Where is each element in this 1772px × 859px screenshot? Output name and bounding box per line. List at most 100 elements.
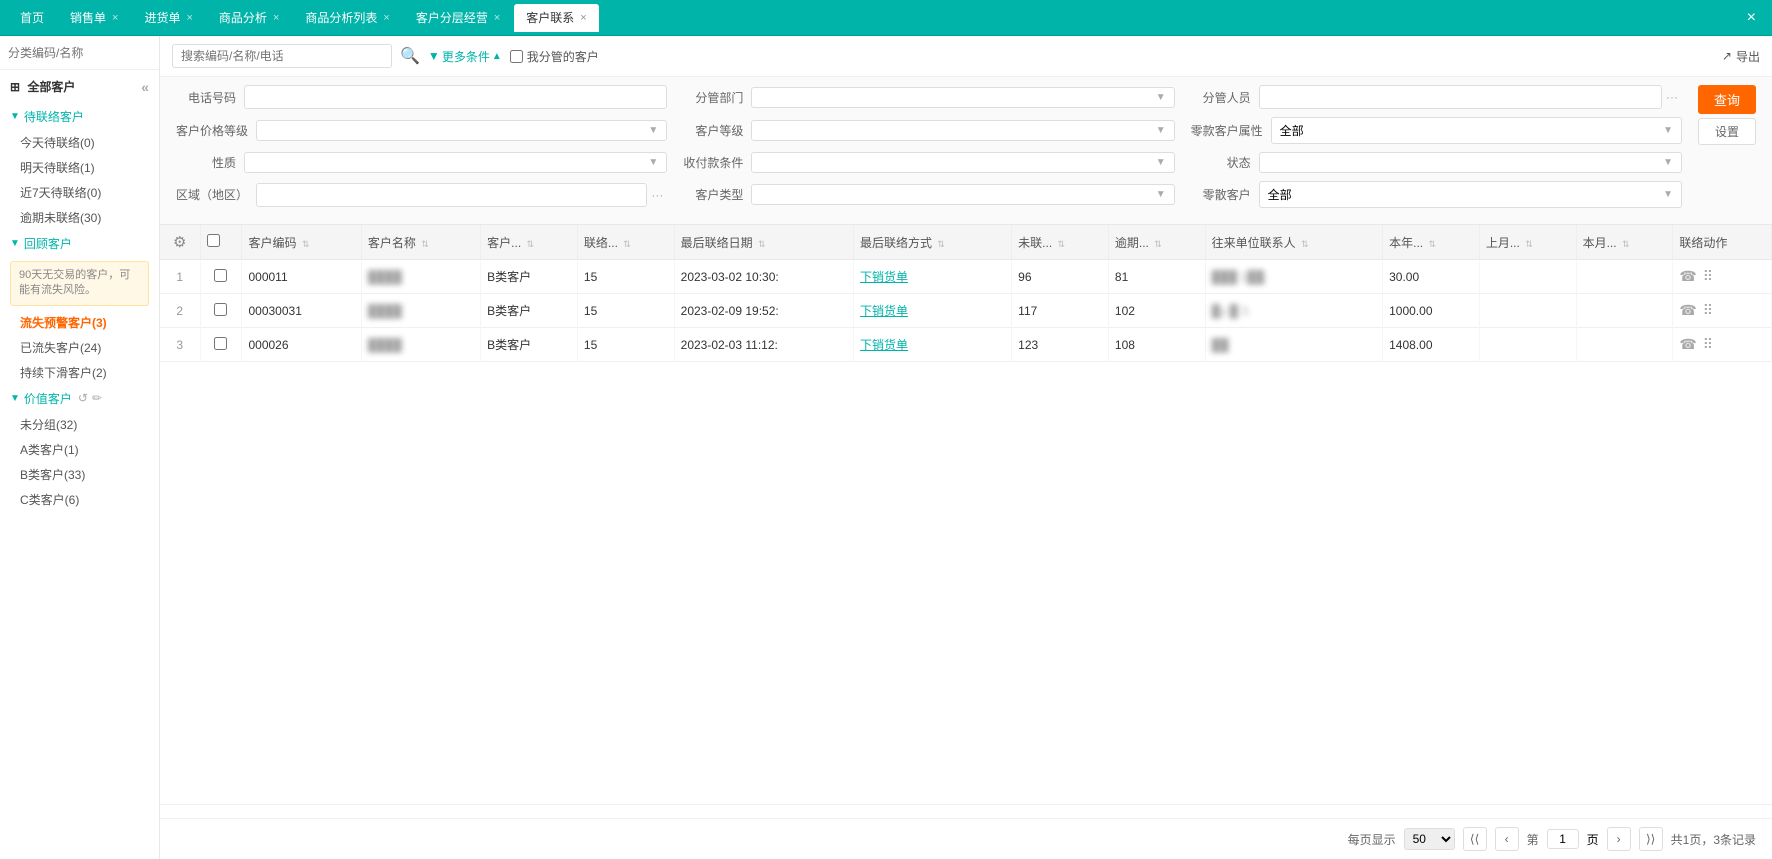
group-value-refresh[interactable]: ↺ [78, 391, 88, 405]
tab-analysis-list-close[interactable]: × [383, 12, 389, 24]
filter-field-type: 客户类型 ▼ [683, 184, 1174, 205]
sidebar-item-declining[interactable]: 持续下滑客户(2) [0, 360, 159, 385]
per-page-select[interactable]: 50 100 200 [1404, 828, 1455, 850]
sidebar-item-overdue[interactable]: 逾期未联络(30) [0, 205, 159, 230]
customer-table: ⚙ 客户编码 ⇅ 客户名称 ⇅ [160, 225, 1772, 362]
tab-purchase-close[interactable]: × [186, 12, 192, 24]
tab-customer-layer-close[interactable]: × [494, 12, 500, 24]
sidebar-item-ungroup[interactable]: 未分组(32) [0, 412, 159, 437]
prev-page-button[interactable]: ‹ [1495, 827, 1519, 851]
action-contact-icon[interactable]: ☎ [1679, 336, 1696, 353]
th-type[interactable]: 客户... ⇅ [481, 225, 578, 260]
my-customers-checkbox[interactable] [510, 50, 523, 63]
next-page-button[interactable]: › [1607, 827, 1631, 851]
filter-select-retail-attr[interactable]: 全部 ▼ [1271, 117, 1682, 144]
th-uncontacted[interactable]: 未联... ⇅ [1012, 225, 1109, 260]
cell-action: ☎ ⠿ [1673, 294, 1772, 328]
horizontal-scrollbar[interactable] [160, 804, 1772, 818]
sidebar-item-churn-warning[interactable]: 流失预警客户(3) [0, 310, 159, 335]
last-method-link[interactable]: 下销货单 [860, 270, 908, 284]
th-this-month[interactable]: 本月... ⇅ [1576, 225, 1673, 260]
filter-input-phone[interactable] [244, 85, 667, 109]
select-all-checkbox[interactable] [207, 234, 220, 247]
action-more-icon[interactable]: ⠿ [1703, 302, 1713, 319]
filter-select-type[interactable]: ▼ [751, 184, 1174, 205]
sidebar-item-today[interactable]: 今天待联络(0) [0, 130, 159, 155]
sidebar-search-input[interactable] [8, 46, 160, 60]
action-contact-icon[interactable]: ☎ [1679, 302, 1696, 319]
th-overdue[interactable]: 逾期... ⇅ [1108, 225, 1205, 260]
group-value-edit[interactable]: ✏ [92, 391, 102, 405]
tab-analysis-list[interactable]: 商品分析列表 × [293, 4, 401, 32]
row-checkbox-2[interactable] [214, 337, 227, 350]
th-last-month[interactable]: 上月... ⇅ [1479, 225, 1576, 260]
filter-select-nature[interactable]: ▼ [244, 152, 667, 173]
th-action-label: 联络动作 [1679, 236, 1727, 250]
th-last-method-label: 最后联络方式 [860, 236, 932, 250]
sidebar-group-value[interactable]: ▼ 价值客户 ↺ ✏ [0, 385, 159, 412]
action-contact-icon[interactable]: ☎ [1679, 268, 1696, 285]
filter-select-customer-level[interactable]: ▼ [751, 120, 1174, 141]
th-this-year[interactable]: 本年... ⇅ [1383, 225, 1480, 260]
settings-button[interactable]: 设置 [1698, 118, 1756, 145]
last-method-link[interactable]: 下销货单 [860, 304, 908, 318]
row-checkbox-1[interactable] [214, 303, 227, 316]
ellipsis-icon[interactable]: ··· [1662, 90, 1682, 104]
last-page-button[interactable]: ⟩⟩ [1639, 827, 1663, 851]
export-button[interactable]: ↗ 导出 [1722, 48, 1760, 65]
sidebar-collapse-btn[interactable]: « [141, 79, 149, 95]
sidebar-all-customers-header: ⊞ 全部客户 « [0, 70, 159, 103]
sidebar-item-classC[interactable]: C类客户(6) [0, 487, 159, 512]
sidebar-item-7days[interactable]: 近7天待联络(0) [0, 180, 159, 205]
tab-customer-contact-close[interactable]: × [580, 12, 586, 24]
query-button[interactable]: 查询 [1698, 85, 1756, 114]
th-code[interactable]: 客户编码 ⇅ [242, 225, 361, 260]
ellipsis-icon-2[interactable]: ··· [647, 188, 667, 202]
filter-select-status[interactable]: ▼ [1259, 152, 1682, 173]
page-input[interactable] [1547, 829, 1579, 849]
row-checkbox-0[interactable] [214, 269, 227, 282]
sidebar-item-tomorrow[interactable]: 明天待联络(1) [0, 155, 159, 180]
sidebar-item-classB[interactable]: B类客户(33) [0, 462, 159, 487]
first-page-button[interactable]: ⟨⟨ [1463, 827, 1487, 851]
sidebar-item-classA[interactable]: A类客户(1) [0, 437, 159, 462]
tab-sales[interactable]: 销售单 × [58, 4, 130, 32]
cell-seq: 3 [160, 328, 200, 362]
last-method-link[interactable]: 下销货单 [860, 338, 908, 352]
filter-search-input[interactable] [172, 44, 392, 68]
action-more-icon[interactable]: ⠿ [1703, 336, 1713, 353]
tab-analysis-list-label: 商品分析列表 [305, 9, 377, 26]
filter-label-customer-level: 客户等级 [683, 122, 743, 139]
my-customers-checkbox-label[interactable]: 我分管的客户 [510, 48, 599, 65]
filter-more-label: 更多条件 [442, 48, 490, 65]
tab-customer-contact-label: 客户联系 [526, 9, 574, 26]
filter-input-region[interactable] [256, 183, 647, 207]
th-last-date[interactable]: 最后联络日期 ⇅ [674, 225, 853, 260]
th-contact[interactable]: 联络... ⇅ [577, 225, 674, 260]
tab-analysis[interactable]: 商品分析 × [207, 4, 291, 32]
tab-sales-close[interactable]: × [112, 12, 118, 24]
tab-customer-layer[interactable]: 客户分层经营 × [404, 4, 512, 32]
filter-more-button[interactable]: ▼ 更多条件 ▲ [428, 48, 502, 65]
filter-select-price-level[interactable]: ▼ [256, 120, 667, 141]
th-name[interactable]: 客户名称 ⇅ [361, 225, 480, 260]
tab-analysis-close[interactable]: × [273, 12, 279, 24]
filter-select-retail[interactable]: 全部 ▼ [1259, 181, 1682, 208]
cell-type: B类客户 [481, 294, 578, 328]
tab-home[interactable]: 首页 [8, 4, 56, 32]
sidebar-item-churned[interactable]: 已流失客户(24) [0, 335, 159, 360]
all-customers-label: ⊞ 全部客户 [10, 78, 75, 95]
filter-select-payment[interactable]: ▼ [751, 152, 1174, 173]
gear-icon[interactable]: ⚙ [173, 234, 186, 251]
sidebar-group-review[interactable]: ▼ 回顾客户 [0, 230, 159, 257]
th-last-method[interactable]: 最后联络方式 ⇅ [854, 225, 1012, 260]
sidebar-group-pending[interactable]: ▼ 待联络客户 [0, 103, 159, 130]
action-more-icon[interactable]: ⠿ [1703, 268, 1713, 285]
filter-select-dept[interactable]: ▼ [751, 87, 1174, 108]
tab-customer-contact[interactable]: 客户联系 × [514, 4, 598, 32]
filter-input-manager[interactable] [1259, 85, 1662, 109]
tab-purchase[interactable]: 进货单 × [132, 4, 204, 32]
close-all-button[interactable]: × [1739, 9, 1764, 27]
th-contact2[interactable]: 往来单位联系人 ⇅ [1205, 225, 1382, 260]
filter-search-button[interactable]: 🔍 [400, 46, 420, 66]
